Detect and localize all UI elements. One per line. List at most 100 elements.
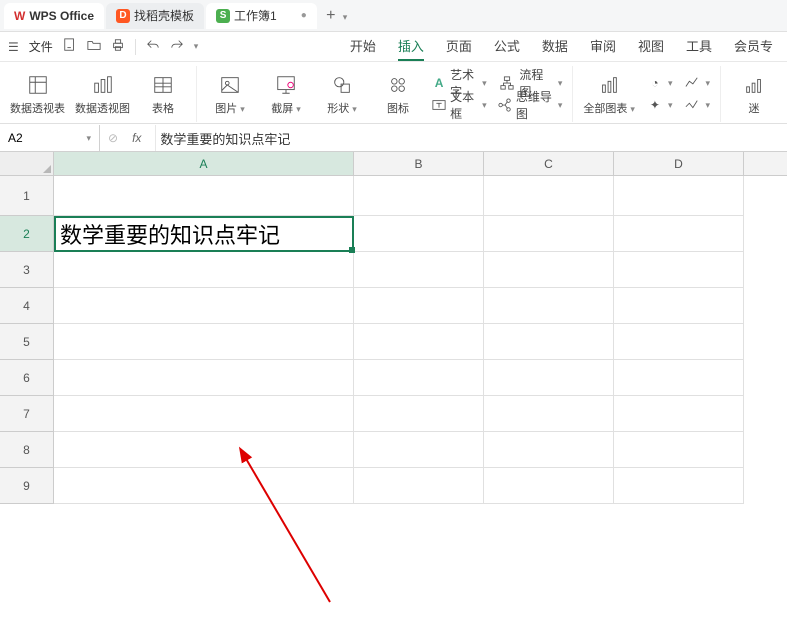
cancel-formula-icon[interactable]: ⊘ [108, 131, 118, 145]
table-button[interactable]: 表格 [140, 66, 186, 122]
column-headers: A B C D [0, 152, 787, 176]
pivot-table-button[interactable]: 数据透视表 [10, 66, 65, 122]
screenshot-button[interactable]: 截屏 ▾ [263, 66, 309, 122]
cell[interactable] [484, 396, 614, 432]
tab-workbook[interactable]: S 工作簿1 ● [206, 3, 317, 29]
cell[interactable] [614, 324, 744, 360]
new-icon[interactable] [63, 38, 77, 55]
ribbon-tab-data[interactable]: 数据 [542, 32, 568, 61]
row-header-2[interactable]: 2 [0, 216, 54, 252]
textbox-button[interactable]: 文本框 ▾ [431, 95, 487, 115]
ribbon-tab-page[interactable]: 页面 [446, 32, 472, 61]
print-icon[interactable] [111, 38, 125, 55]
cell[interactable] [484, 176, 614, 216]
pivot-chart-button[interactable]: 数据透视图 [75, 66, 130, 122]
cell[interactable] [54, 468, 354, 504]
col-header-A[interactable]: A [54, 152, 354, 175]
app-tabs: W WPS Office D 找稻壳模板 S 工作簿1 ● + ▾ [0, 0, 787, 32]
cell[interactable] [354, 396, 484, 432]
cell[interactable] [614, 216, 744, 252]
add-tab-button[interactable]: + [319, 7, 343, 25]
cell[interactable] [354, 252, 484, 288]
active-cell[interactable]: 数学重要的知识点牢记 [54, 216, 354, 252]
tab-template[interactable]: D 找稻壳模板 [106, 3, 204, 29]
row-header-1[interactable]: 1 [0, 176, 54, 216]
cell[interactable] [484, 252, 614, 288]
ribbon-tab-tools[interactable]: 工具 [686, 32, 712, 61]
select-all-corner[interactable] [0, 152, 54, 175]
cell[interactable] [54, 324, 354, 360]
redo-icon[interactable] [170, 38, 184, 55]
tab-wps-office[interactable]: W WPS Office [4, 3, 104, 29]
mindmap-icon [497, 95, 513, 115]
row-header-8[interactable]: 8 [0, 432, 54, 468]
cell[interactable] [614, 288, 744, 324]
picture-button[interactable]: 图片 ▾ [207, 66, 253, 122]
chart-type-2-button[interactable]: ✦▾ [645, 95, 673, 115]
ribbon-tab-member[interactable]: 会员专 [734, 32, 773, 61]
fx-label[interactable]: fx [126, 131, 147, 145]
name-box[interactable]: ▾ [0, 125, 100, 151]
hamburger-icon[interactable]: ☰ [8, 40, 19, 54]
cell[interactable] [54, 252, 354, 288]
cell[interactable] [354, 324, 484, 360]
pivot-chart-icon [91, 73, 115, 97]
cell[interactable] [614, 252, 744, 288]
cell[interactable] [54, 396, 354, 432]
cell[interactable] [54, 288, 354, 324]
formula-input[interactable] [155, 125, 787, 151]
all-charts-button[interactable]: 全部图表 ▾ [583, 66, 635, 122]
cell[interactable] [354, 216, 484, 252]
cell[interactable] [54, 360, 354, 396]
cell[interactable] [484, 216, 614, 252]
sparkline-group[interactable]: 迷 [731, 66, 777, 122]
cell[interactable] [614, 176, 744, 216]
open-icon[interactable] [87, 38, 101, 55]
more-tabs-button[interactable]: ▾ [343, 9, 348, 23]
ribbon-tab-view[interactable]: 视图 [638, 32, 664, 61]
cell[interactable] [614, 360, 744, 396]
fill-handle[interactable] [349, 247, 355, 253]
cell[interactable] [354, 432, 484, 468]
cell[interactable] [484, 432, 614, 468]
name-box-dropdown-icon[interactable]: ▾ [86, 133, 91, 144]
undo-icon[interactable] [146, 38, 160, 55]
cell[interactable] [614, 432, 744, 468]
star-icon: ✦ [645, 95, 665, 115]
ribbon-tab-insert[interactable]: 插入 [398, 32, 424, 61]
cell[interactable] [354, 360, 484, 396]
cell[interactable] [484, 468, 614, 504]
cell[interactable] [354, 468, 484, 504]
row-header-6[interactable]: 6 [0, 360, 54, 396]
cell[interactable] [614, 468, 744, 504]
col-header-B[interactable]: B [354, 152, 484, 175]
file-menu[interactable]: 文件 [29, 38, 53, 55]
row-header-7[interactable]: 7 [0, 396, 54, 432]
shape-button[interactable]: 形状 ▾ [319, 66, 365, 122]
chart-type-1-button[interactable]: ◔▾ [645, 73, 673, 93]
ribbon-tab-start[interactable]: 开始 [350, 32, 376, 61]
row-header-9[interactable]: 9 [0, 468, 54, 504]
row-header-3[interactable]: 3 [0, 252, 54, 288]
sparkline-line2-button[interactable]: ▾ [682, 95, 710, 115]
sparkline-line-button[interactable]: ▾ [682, 73, 710, 93]
row-header-4[interactable]: 4 [0, 288, 54, 324]
cell[interactable] [484, 324, 614, 360]
cell[interactable] [484, 360, 614, 396]
ribbon-tab-formula[interactable]: 公式 [494, 32, 520, 61]
col-header-D[interactable]: D [614, 152, 744, 175]
row-header-5[interactable]: 5 [0, 324, 54, 360]
screenshot-icon [274, 73, 298, 97]
cell[interactable] [614, 396, 744, 432]
qat-more-icon[interactable]: ▾ [194, 41, 199, 52]
col-header-C[interactable]: C [484, 152, 614, 175]
mindmap-button[interactable]: 思维导图 ▾ [497, 95, 563, 115]
ribbon-tab-review[interactable]: 审阅 [590, 32, 616, 61]
name-box-input[interactable] [8, 131, 68, 145]
cell[interactable] [484, 288, 614, 324]
icon-button[interactable]: 图标 [375, 66, 421, 122]
cell[interactable] [354, 288, 484, 324]
cell[interactable] [54, 176, 354, 216]
cell[interactable] [54, 432, 354, 468]
cell[interactable] [354, 176, 484, 216]
